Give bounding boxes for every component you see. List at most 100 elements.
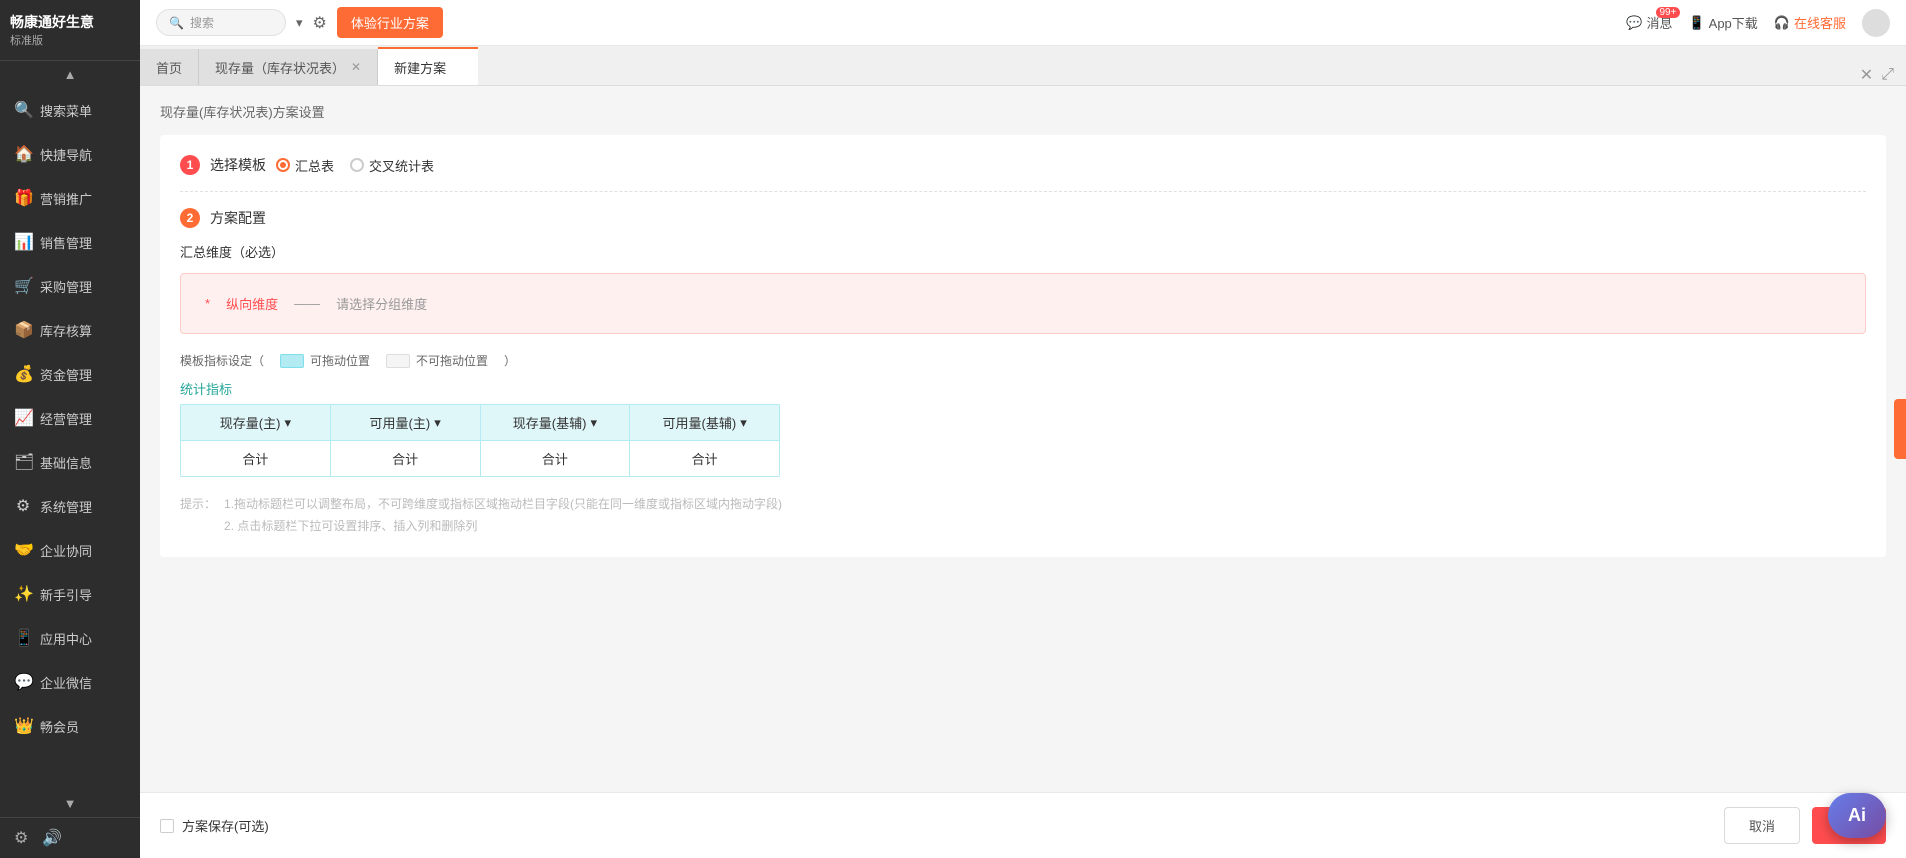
sidebar-item-basic-info[interactable]: 🗂 基础信息 [0,440,140,484]
mobile-icon: 📱 [14,628,32,648]
tab-new-close[interactable]: ✕ [452,60,462,74]
expand-icon[interactable]: ⤢ [1881,66,1894,84]
col-current-main-header[interactable]: 现存量(主) ▾ [181,405,330,440]
col-current-main-sum: 合计 [181,440,330,476]
save-checkbox[interactable] [160,819,174,833]
tab-inventory-close[interactable]: ✕ [351,60,361,74]
radio-summary[interactable]: 汇总表 [276,156,334,175]
sidebar-scroll-up[interactable]: ▲ [0,61,140,88]
sidebar-item-app-center[interactable]: 📱 应用中心 [0,616,140,660]
sidebar-scroll-down[interactable]: ▼ [0,790,140,817]
stat-table-body: 合计 合计 合计 合计 [181,440,779,476]
step2-header: 2 方案配置 [180,208,1866,228]
sidebar-item-label: 快捷导航 [40,145,92,164]
money-icon: 💰 [14,364,32,384]
sidebar-item-finance[interactable]: 💰 资金管理 [0,352,140,396]
main-area: 🔍 搜索 ▾ ⚙ 体验行业方案 💬 消息 99+ 📱 App下载 🎧 在线客服 [140,0,1906,858]
sidebar-item-search[interactable]: 🔍 搜索菜单 [0,88,140,132]
tab-inventory[interactable]: 现存量（库存状况表） ✕ [199,49,378,85]
cart-icon: 🛒 [14,276,32,296]
sidebar: 畅康通好生意 标准版 ▲ 🔍 搜索菜单 🏠 快捷导航 🎁 营销推广 📊 销售管理… [0,0,140,858]
step-divider [180,191,1866,192]
sidebar-item-member[interactable]: 👑 畅会员 [0,704,140,748]
avatar[interactable] [1862,9,1890,37]
col-current-aux: 现存量(基辅) ▾ [481,405,631,440]
sidebar-item-nav[interactable]: 🏠 快捷导航 [0,132,140,176]
col-available-aux-header[interactable]: 可用量(基辅) ▾ [630,405,779,440]
sidebar-item-label: 销售管理 [40,233,92,252]
topbar-gear-icon[interactable]: ⚙ [313,13,327,33]
dimension-box[interactable]: * 纵向维度 —— 请选择分组维度 [180,273,1866,334]
tab-home[interactable]: 首页 [140,49,199,85]
sidebar-item-sales[interactable]: 📊 销售管理 [0,220,140,264]
col-current-aux-body: 合计 [481,440,631,476]
sidebar-item-inventory[interactable]: 📦 库存核算 [0,308,140,352]
search-placeholder: 搜索 [190,14,214,31]
col-available-main: 可用量(主) ▾ [331,405,481,440]
sidebar-item-label: 搜索菜单 [40,101,92,120]
chevron-down-icon: ▾ [284,415,291,431]
sidebar-item-system[interactable]: ⚙ 系统管理 [0,484,140,528]
sidebar-item-label: 应用中心 [40,629,92,648]
sidebar-item-wechat[interactable]: 💬 企业微信 [0,660,140,704]
search-icon: 🔍 [14,100,32,120]
legend-draggable: 可拖动位置 [280,352,370,369]
col-available-aux-body: 合计 [630,440,779,476]
ai-button[interactable]: Ai [1828,793,1886,838]
tab-home-label: 首页 [156,58,182,77]
chevron-down-icon: ▾ [590,415,597,431]
crown-icon: 👑 [14,716,32,736]
sidebar-item-operations[interactable]: 📈 经营管理 [0,396,140,440]
tab-actions: ✕ ⤢ [1848,65,1906,85]
sidebar-item-label: 系统管理 [40,497,92,516]
topbar-right: 💬 消息 99+ 📱 App下载 🎧 在线客服 [1626,9,1890,37]
settings-icon[interactable]: ⚙ [14,828,28,848]
col-current-aux-header[interactable]: 现存量(基辅) ▾ [481,405,630,440]
topbar-left: 🔍 搜索 ▾ ⚙ 体验行业方案 [156,7,443,38]
tabbar: 首页 现存量（库存状况表） ✕ 新建方案 ✕ ✕ ⤢ [140,46,1906,86]
service-label: 在线客服 [1794,13,1846,32]
fixed-label: 不可拖动位置 [416,352,488,369]
sidebar-item-marketing[interactable]: 🎁 营销推广 [0,176,140,220]
online-service-button[interactable]: 🎧 在线客服 [1774,13,1846,32]
stat-table: 现存量(主) ▾ 可用量(主) ▾ 现存量(基辅 [180,404,780,477]
topbar: 🔍 搜索 ▾ ⚙ 体验行业方案 💬 消息 99+ 📱 App下载 🎧 在线客服 [140,0,1906,46]
folder-icon: 🗂 [14,452,32,472]
gear-icon: ⚙ [14,496,32,516]
topbar-search-box[interactable]: 🔍 搜索 [156,9,286,36]
radio-dot-summary [276,158,290,172]
radio-cross[interactable]: 交叉统计表 [350,156,434,175]
tab-inventory-label: 现存量（库存状况表） [215,58,345,77]
right-scroll-button[interactable] [1894,399,1906,459]
sidebar-item-purchase[interactable]: 🛒 采购管理 [0,264,140,308]
save-option[interactable]: 方案保存(可选) [160,816,269,835]
settings-card: 1 选择模板 汇总表 交叉统计表 2 方案配置 [160,135,1886,557]
sidebar-item-label: 企业协同 [40,541,92,560]
star-icon: ✨ [14,584,32,604]
tab-new-plan[interactable]: 新建方案 ✕ [378,47,478,85]
app-download-button[interactable]: 📱 App下载 [1688,13,1757,32]
messages-button[interactable]: 💬 消息 99+ [1626,13,1672,32]
indicator-section: 模板指标设定（ 可拖动位置 不可拖动位置 ） 统计指标 [180,352,1866,537]
cancel-button[interactable]: 取消 [1724,807,1800,844]
tab-new-label: 新建方案 [394,58,446,77]
col-available-main-sum: 合计 [331,440,480,476]
sidebar-item-guide[interactable]: ✨ 新手引导 [0,572,140,616]
footer-bar: 方案保存(可选) 取消 查询 [140,792,1906,858]
sidebar-item-enterprise[interactable]: 🤝 企业协同 [0,528,140,572]
col-available-aux-label: 可用量(基辅) [663,413,737,432]
speaker-icon[interactable]: 🔊 [42,828,62,848]
trial-button[interactable]: 体验行业方案 [337,7,443,38]
step1-title: 选择模板 [210,155,266,175]
chat-icon: 💬 [14,672,32,692]
col-current-aux-sum: 合计 [481,440,630,476]
close-window-icon[interactable]: ✕ [1860,65,1873,85]
col-available-main-header[interactable]: 可用量(主) ▾ [331,405,480,440]
stat-section-label: 统计指标 [180,379,1866,398]
sidebar-item-label: 库存核算 [40,321,92,340]
sidebar-item-label: 畅会员 [40,717,79,736]
chart-icon: 📊 [14,232,32,252]
handshake-icon: 🤝 [14,540,32,560]
topbar-dropdown[interactable]: ▾ [296,15,303,31]
dimension-dash: —— [294,296,320,311]
